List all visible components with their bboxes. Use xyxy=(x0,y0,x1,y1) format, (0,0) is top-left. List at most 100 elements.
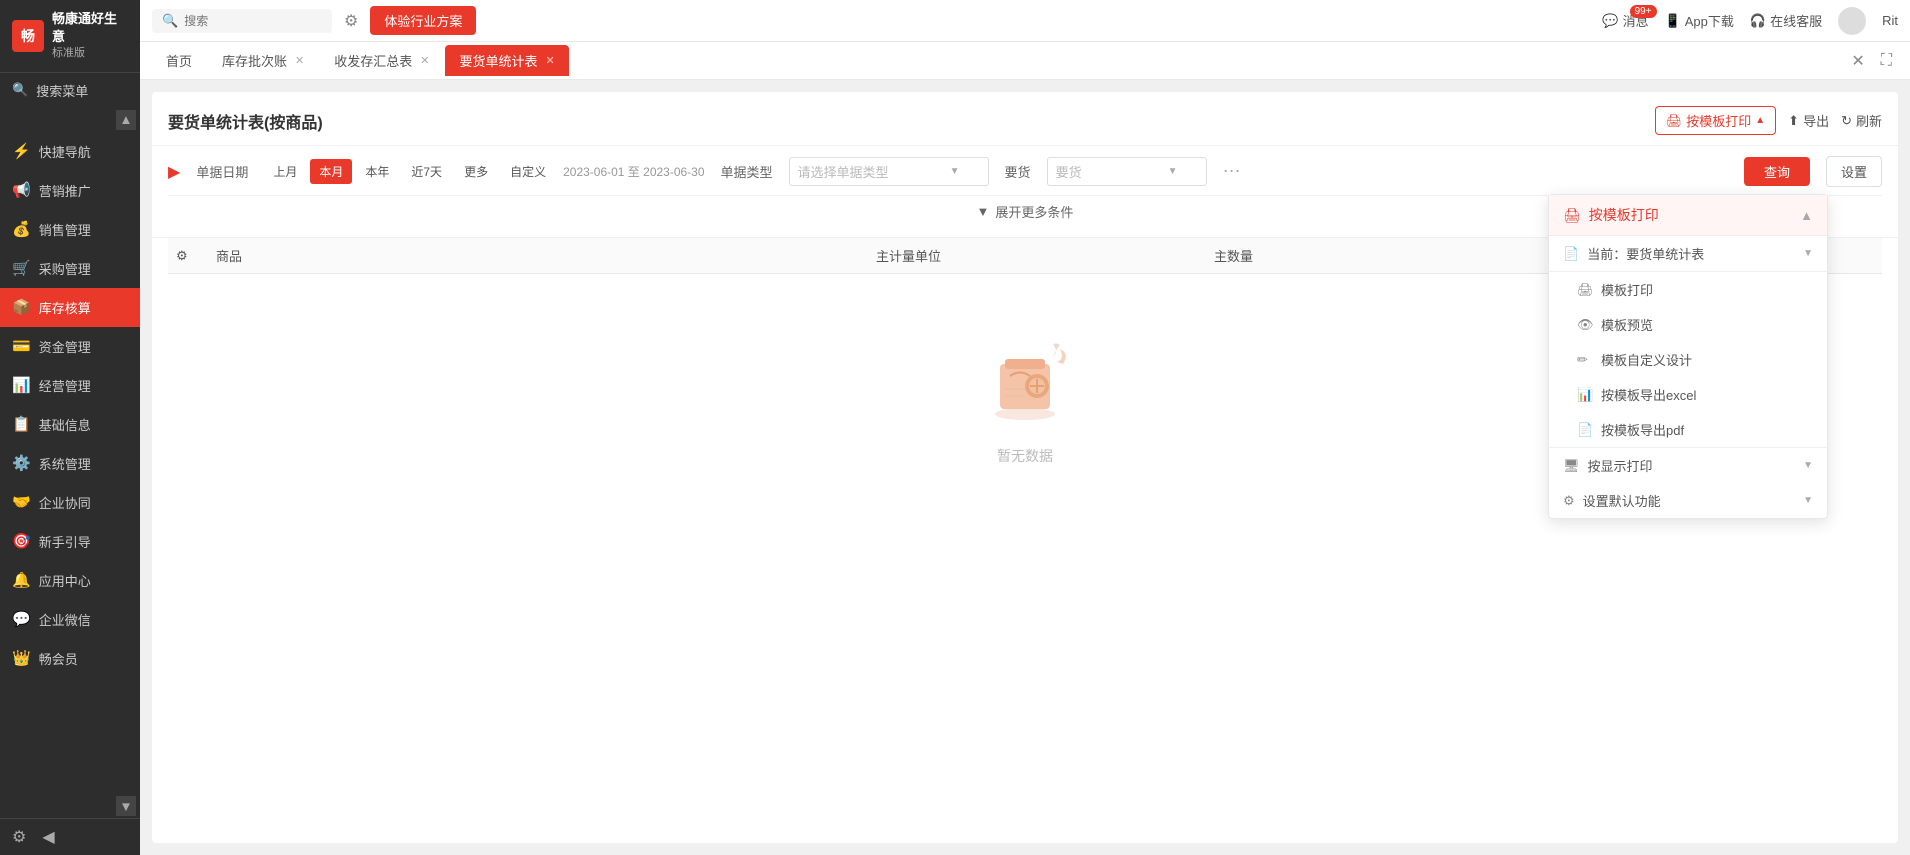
refresh-icon: ↻ xyxy=(1841,113,1852,129)
sidebar-item-quick-nav[interactable]: ⚡ 快捷导航 xyxy=(0,132,140,171)
sidebar-item-sales[interactable]: 💰 销售管理 xyxy=(0,210,140,249)
sidebar-item-collaboration[interactable]: 🤝 企业协同 xyxy=(0,483,140,522)
guide-icon: 🎯 xyxy=(12,532,31,550)
logo-icon: 畅 xyxy=(12,20,44,52)
th-settings[interactable]: ⚙ xyxy=(168,248,208,264)
export-btn[interactable]: ⬆ 导出 xyxy=(1788,111,1829,130)
sidebar-bottom: ⚙ ◀ xyxy=(0,818,140,855)
print-btn[interactable]: 🖨 按模板打印 ▲ xyxy=(1655,106,1776,135)
gear-icon: ⚙ xyxy=(176,248,188,263)
app-logo: 畅 畅康通好生意 标准版 xyxy=(0,0,140,73)
dropdown-item-export-excel[interactable]: 📊 按模板导出excel xyxy=(1549,377,1827,412)
sidebar-item-operations[interactable]: 📊 经营管理 xyxy=(0,366,140,405)
sidebar-item-label: 应用中心 xyxy=(39,571,91,590)
date-btn-this-month[interactable]: 本月 xyxy=(310,159,352,184)
page-header-actions: 🖨 按模板打印 ▲ ⬆ 导出 ↻ 刷新 xyxy=(1655,106,1882,135)
topbar-search-input[interactable] xyxy=(184,14,304,28)
current-template-item[interactable]: 📄 当前：要货单统计表 ▼ xyxy=(1549,236,1827,271)
query-btn[interactable]: 查询 xyxy=(1744,157,1810,186)
wechat-icon: 💬 xyxy=(12,610,31,628)
service-icon: 🎧 xyxy=(1750,13,1766,29)
default-func-label: 设置默认功能 xyxy=(1583,491,1803,510)
date-btn-this-year[interactable]: 本年 xyxy=(356,159,398,184)
export-btn-label: 导出 xyxy=(1803,111,1829,130)
tab-collect-report[interactable]: 收发存汇总表 ✕ xyxy=(320,45,443,76)
tab-requisition-stats[interactable]: 要货单统计表 ✕ xyxy=(445,45,568,76)
sidebar: 畅 畅康通好生意 标准版 🔍 搜索菜单 ▲ ⚡ 快捷导航 📢 营销推广 💰 销售… xyxy=(0,0,140,855)
sidebar-item-wechat[interactable]: 💬 企业微信 xyxy=(0,600,140,639)
sidebar-item-finance[interactable]: 💳 资金管理 xyxy=(0,327,140,366)
tab-home[interactable]: 首页 xyxy=(152,45,206,76)
topbar-search-box[interactable]: 🔍 xyxy=(152,9,332,33)
tab-batch-accounts-close[interactable]: ✕ xyxy=(295,54,304,67)
sales-icon: 💰 xyxy=(12,220,31,238)
tabs-expand-btn[interactable]: ⛶ xyxy=(1875,49,1898,73)
inventory-icon: 📦 xyxy=(12,298,31,316)
search-icon: 🔍 xyxy=(12,82,28,98)
date-btn-more[interactable]: 更多 xyxy=(455,159,497,184)
template-design-label: 模板自定义设计 xyxy=(1601,350,1692,369)
user-avatar[interactable] xyxy=(1838,7,1866,35)
chevron-down-icon2: ▼ xyxy=(1168,166,1178,177)
filter-expand-icon[interactable]: ▶ xyxy=(168,162,180,182)
more-options-btn[interactable]: ⋯ xyxy=(1223,161,1241,182)
sidebar-nav: ⚡ 快捷导航 📢 营销推广 💰 销售管理 🛒 采购管理 📦 库存核算 💳 资金管… xyxy=(0,132,140,794)
requisition-type-select[interactable]: 要货 ▼ xyxy=(1047,157,1207,186)
online-service-btn[interactable]: 🎧 在线客服 xyxy=(1750,11,1822,30)
app-download-label: App下载 xyxy=(1685,11,1734,30)
dropdown-item-template-design[interactable]: ✏ 模板自定义设计 xyxy=(1549,342,1827,377)
date-btn-last7days[interactable]: 近7天 xyxy=(402,159,451,184)
messages-btn[interactable]: 💬 消息 99+ xyxy=(1602,11,1648,30)
sidebar-item-label: 资金管理 xyxy=(39,337,91,356)
dropdown-item-export-pdf[interactable]: 📄 按模板导出pdf xyxy=(1549,412,1827,447)
tabs-close-btn[interactable]: ✕ xyxy=(1845,49,1870,73)
marketing-icon: 📢 xyxy=(12,181,31,199)
tabs-bar: 首页 库存批次账 ✕ 收发存汇总表 ✕ 要货单统计表 ✕ ✕ ⛶ xyxy=(140,42,1910,80)
app-download-btn[interactable]: 📱 App下载 xyxy=(1665,11,1734,30)
print-btn-label: 按模板打印 xyxy=(1686,111,1751,130)
sidebar-item-purchase[interactable]: 🛒 采购管理 xyxy=(0,249,140,288)
quick-nav-icon: ⚡ xyxy=(12,142,31,160)
online-service-label: 在线客服 xyxy=(1770,11,1822,30)
date-label: 单据日期 xyxy=(196,162,248,181)
chevron-down-icon: ▼ xyxy=(950,166,960,177)
sidebar-item-label: 企业协同 xyxy=(39,493,91,512)
tab-requisition-stats-close[interactable]: ✕ xyxy=(546,54,555,67)
operations-icon: 📊 xyxy=(12,376,31,394)
dropdown-item-template-preview[interactable]: 👁 模板预览 xyxy=(1549,307,1827,342)
settings-btn[interactable]: ⚙ xyxy=(12,827,26,847)
refresh-btn[interactable]: ↻ 刷新 xyxy=(1841,111,1882,130)
dropdown-item-template-print[interactable]: 🖨 模板打印 xyxy=(1549,272,1827,307)
sidebar-item-appstore[interactable]: 🔔 应用中心 xyxy=(0,561,140,600)
dropdown-header[interactable]: 🖨 按模板打印 ▲ xyxy=(1549,195,1827,236)
tab-batch-accounts[interactable]: 库存批次账 ✕ xyxy=(208,45,318,76)
settings-filter-btn[interactable]: 设置 xyxy=(1826,156,1882,187)
tabs-bar-right: ✕ ⛶ xyxy=(1845,49,1898,73)
default-func-item[interactable]: ⚙ 设置默认功能 ▼ xyxy=(1549,483,1827,518)
sidebar-item-inventory[interactable]: 📦 库存核算 xyxy=(0,288,140,327)
current-template-arrow: ▼ xyxy=(1803,248,1813,259)
sidebar-search[interactable]: 🔍 搜索菜单 xyxy=(0,73,140,108)
sidebar-item-basic[interactable]: 📋 基础信息 xyxy=(0,405,140,444)
sidebar-item-system[interactable]: ⚙️ 系统管理 xyxy=(0,444,140,483)
sidebar-item-guide[interactable]: 🎯 新手引导 xyxy=(0,522,140,561)
display-print-item[interactable]: 🖥 按显示打印 ▼ xyxy=(1549,448,1827,483)
date-btn-custom[interactable]: 自定义 xyxy=(501,159,555,184)
sidebar-scroll-down-btn[interactable]: ▼ xyxy=(116,796,136,816)
industry-btn[interactable]: 体验行业方案 xyxy=(370,6,476,35)
sidebar-scroll-up-btn[interactable]: ▲ xyxy=(116,110,136,130)
tab-collect-report-close[interactable]: ✕ xyxy=(420,54,429,67)
export-pdf-icon: 📄 xyxy=(1577,422,1593,438)
sidebar-item-marketing[interactable]: 📢 营销推广 xyxy=(0,171,140,210)
sidebar-item-label: 营销推广 xyxy=(39,181,91,200)
main-area: 🔍 ⚙ 体验行业方案 💬 消息 99+ 📱 App下载 🎧 在线客服 Rit xyxy=(140,0,1910,855)
sidebar-item-membership[interactable]: 👑 畅会员 xyxy=(0,639,140,678)
sidebar-item-label: 新手引导 xyxy=(39,532,91,551)
date-btn-last-month[interactable]: 上月 xyxy=(264,159,306,184)
sidebar-item-label: 销售管理 xyxy=(39,220,91,239)
current-template-icon: 📄 xyxy=(1563,246,1579,262)
order-type-select[interactable]: 请选择单据类型 ▼ xyxy=(789,157,989,186)
topbar-gear-icon[interactable]: ⚙ xyxy=(340,7,362,35)
message-icon: 💬 xyxy=(1602,13,1618,29)
collapse-btn[interactable]: ◀ xyxy=(42,827,54,847)
